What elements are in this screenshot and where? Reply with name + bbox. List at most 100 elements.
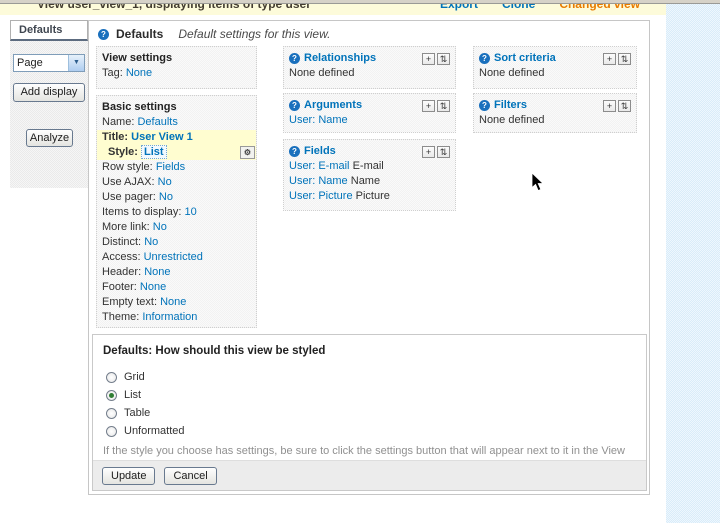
setting-label: Row style:	[102, 161, 153, 173]
setting-value-link[interactable]: Fields	[156, 161, 185, 173]
setting-label: Title:	[102, 131, 128, 143]
add-icon[interactable]: +	[422, 100, 435, 112]
field-item: User: Name Name	[289, 174, 450, 189]
setting-value-link[interactable]: No	[158, 176, 172, 188]
rearrange-icon[interactable]: ⇅	[437, 100, 450, 112]
tab-defaults-display[interactable]: Defaults	[10, 20, 88, 41]
field-link[interactable]: User: Name	[289, 175, 348, 187]
setting-label: Distinct:	[102, 236, 141, 248]
radio-label: Unformatted	[124, 425, 185, 437]
group-fields: ? Fields + ⇅ User: E-mail E-mail User: N…	[283, 139, 456, 211]
setting-value-link-style[interactable]: List	[141, 145, 167, 159]
sort-criteria-title-link[interactable]: Sort criteria	[494, 51, 556, 66]
setting-value-link[interactable]: None	[160, 296, 186, 308]
field-link[interactable]: User: E-mail	[289, 160, 350, 172]
style-settings-gear-icon[interactable]: ⚙	[240, 146, 255, 159]
setting-label: Use pager:	[102, 191, 156, 203]
argument-link[interactable]: User: Name	[289, 114, 348, 126]
arguments-title-link[interactable]: Arguments	[304, 98, 362, 113]
style-form-title: Defaults: How should this view be styled	[103, 345, 325, 357]
setting-row-rowstyle: Row style: Fields	[102, 160, 251, 175]
radio-option-table[interactable]: Table	[106, 407, 150, 419]
chevron-down-icon[interactable]: ▼	[68, 55, 84, 71]
setting-value-link[interactable]: 10	[185, 206, 197, 218]
setting-value-link[interactable]: None	[144, 266, 170, 278]
field-item: User: Picture Picture	[289, 189, 450, 204]
setting-label: Theme:	[102, 311, 139, 323]
add-icon[interactable]: +	[603, 53, 616, 65]
radio-option-grid[interactable]: Grid	[106, 371, 145, 383]
empty-text: None defined	[479, 67, 544, 79]
help-icon[interactable]: ?	[289, 100, 300, 111]
setting-label: Empty text:	[102, 296, 157, 308]
view-title-bar: View user_view_1, displaying items of ty…	[0, 4, 666, 15]
defaults-header-subtitle: Default settings for this view.	[178, 27, 330, 41]
setting-label: Use AJAX:	[102, 176, 155, 188]
setting-row-morelink: More link: No	[102, 220, 251, 235]
add-display-button[interactable]: Add display	[13, 83, 85, 102]
field-label: Picture	[356, 190, 390, 202]
clone-link[interactable]: Clone	[502, 4, 535, 11]
radio-icon[interactable]	[106, 372, 117, 383]
setting-value-link[interactable]: None	[126, 67, 152, 79]
rearrange-icon[interactable]: ⇅	[618, 100, 631, 112]
defaults-header: ? Defaults Default settings for this vie…	[98, 27, 330, 41]
help-icon[interactable]: ?	[289, 53, 300, 64]
setting-row-title: Title: User View 1	[97, 130, 256, 145]
help-icon[interactable]: ?	[289, 146, 300, 157]
radio-icon[interactable]	[106, 408, 117, 419]
radio-option-list[interactable]: List	[106, 389, 141, 401]
rearrange-icon[interactable]: ⇅	[437, 146, 450, 158]
display-type-select[interactable]: Page ▼	[13, 54, 85, 72]
add-icon[interactable]: +	[422, 53, 435, 65]
setting-row-emptytext: Empty text: None	[102, 295, 251, 310]
field-item: User: E-mail E-mail	[289, 159, 450, 174]
fields-title-link[interactable]: Fields	[304, 144, 336, 159]
add-icon[interactable]: +	[422, 146, 435, 158]
setting-value-link[interactable]: User View 1	[131, 131, 193, 143]
setting-label: Name:	[102, 116, 134, 128]
rearrange-icon[interactable]: ⇅	[618, 53, 631, 65]
view-edit-container: ? Defaults Default settings for this vie…	[88, 20, 650, 495]
update-button[interactable]: Update	[102, 467, 155, 485]
setting-value-link[interactable]: None	[140, 281, 166, 293]
radio-option-unformatted[interactable]: Unformatted	[106, 425, 185, 437]
radio-label: List	[124, 389, 141, 401]
setting-row-footer: Footer: None	[102, 280, 251, 295]
view-title: View user_view_1, displaying items of ty…	[37, 4, 311, 11]
filters-title-link[interactable]: Filters	[494, 98, 527, 113]
help-icon[interactable]: ?	[479, 53, 490, 64]
radio-icon[interactable]	[106, 390, 117, 401]
setting-value-link[interactable]: Unrestricted	[144, 251, 203, 263]
setting-value-link[interactable]: No	[144, 236, 158, 248]
page-right-margin	[666, 4, 720, 523]
field-link[interactable]: User: Picture	[289, 190, 353, 202]
setting-value-link[interactable]: No	[159, 191, 173, 203]
analyze-button[interactable]: Analyze	[26, 129, 73, 147]
relationships-title-link[interactable]: Relationships	[304, 51, 376, 66]
help-icon[interactable]: ?	[98, 29, 109, 40]
setting-value-link[interactable]: Information	[142, 311, 197, 323]
field-label: E-mail	[353, 160, 384, 172]
group-title: Basic settings	[102, 100, 251, 115]
setting-label: Style:	[108, 146, 138, 158]
setting-value-link[interactable]: Defaults	[137, 116, 177, 128]
add-icon[interactable]: +	[603, 100, 616, 112]
setting-label: More link:	[102, 221, 150, 233]
help-icon[interactable]: ?	[479, 100, 490, 111]
rearrange-icon[interactable]: ⇅	[437, 53, 450, 65]
setting-row-style: Style: List ⚙	[97, 145, 256, 160]
changed-view-indicator[interactable]: Changed view	[559, 4, 640, 11]
group-view-settings: View settings Tag: None	[96, 46, 257, 89]
empty-text: None defined	[289, 67, 354, 79]
setting-value-link[interactable]: No	[153, 221, 167, 233]
radio-label: Grid	[124, 371, 145, 383]
export-link[interactable]: Export	[440, 4, 478, 11]
setting-row-access: Access: Unrestricted	[102, 250, 251, 265]
setting-label: Header:	[102, 266, 141, 278]
empty-text: None defined	[479, 114, 544, 126]
cancel-button[interactable]: Cancel	[164, 467, 216, 485]
setting-row-name: Name: Defaults	[102, 115, 251, 130]
radio-icon[interactable]	[106, 426, 117, 437]
setting-label: Access:	[102, 251, 141, 263]
